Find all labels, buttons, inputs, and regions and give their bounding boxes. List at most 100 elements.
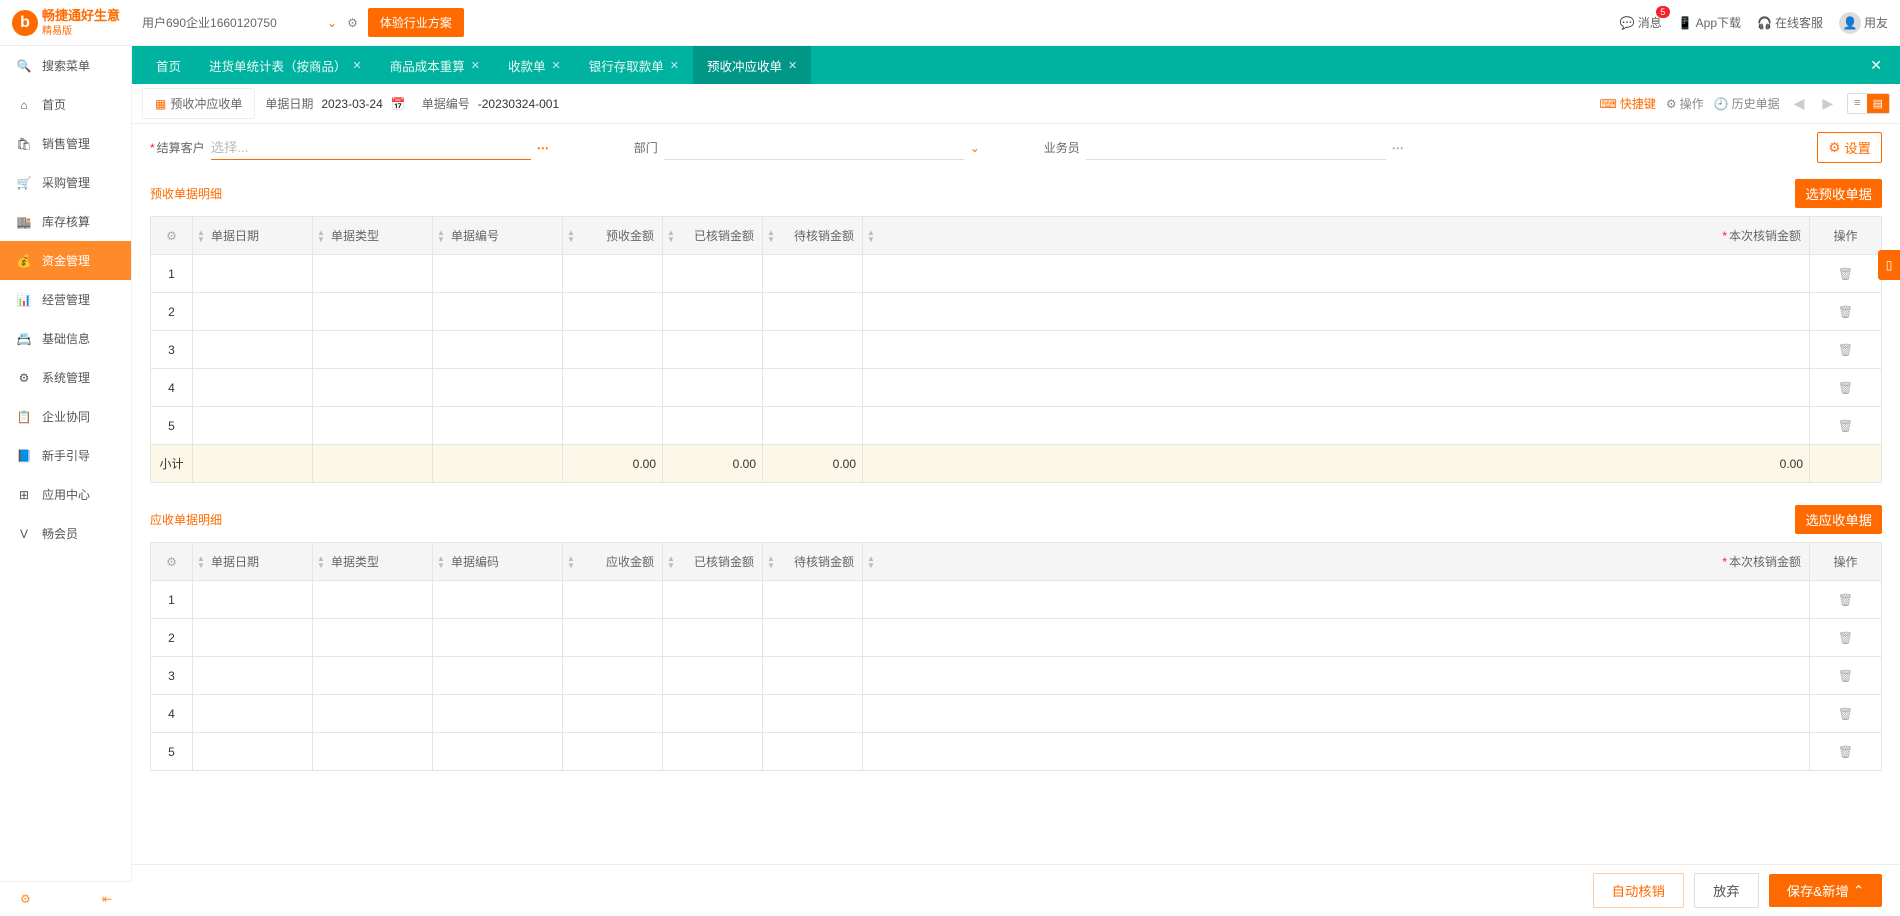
tab[interactable]: 银行存取款单✕ [575,46,693,84]
trial-button[interactable]: 体验行业方案 [368,8,464,37]
cell[interactable] [193,331,313,369]
user-menu[interactable]: 👤 用友 [1839,12,1888,34]
cell[interactable] [313,695,433,733]
cell[interactable] [433,369,563,407]
cell[interactable] [433,657,563,695]
th-ver[interactable]: ▲▼已核销金额 [663,543,763,581]
table-row[interactable]: 1🗑 [151,255,1882,293]
cell[interactable] [433,255,563,293]
cell[interactable] [313,407,433,445]
select-receivable-button[interactable]: 选应收单据 [1795,505,1882,534]
th-pend[interactable]: ▲▼待核销金额 [763,217,863,255]
cell[interactable] [433,331,563,369]
cell[interactable] [193,733,313,771]
sidebar-item[interactable]: 📘新手引导 [0,436,131,475]
table-row[interactable]: 2🗑 [151,619,1882,657]
cell[interactable] [663,369,763,407]
auto-writeoff-button[interactable]: 自动核销 [1593,873,1684,908]
th-code[interactable]: ▲▼单据编码 [433,543,563,581]
floating-panel-toggle[interactable]: ▯ [1878,250,1900,280]
operate-link[interactable]: ⚙操作 [1666,95,1704,112]
sidebar-item[interactable]: 🏬库存核算 [0,202,131,241]
tab[interactable]: 首页 [142,46,195,84]
cell[interactable] [313,619,433,657]
sidebar-item[interactable]: 🛍销售管理 [0,124,131,163]
sidebar-item[interactable]: 🔍搜索菜单 [0,46,131,85]
cell[interactable] [313,331,433,369]
th-date[interactable]: ▲▼单据日期 [193,217,313,255]
document-tab[interactable]: ▦ 预收冲应收单 [142,88,255,119]
view-detail-button[interactable]: ▤ [1867,94,1889,113]
cell[interactable] [863,407,1810,445]
calendar-icon[interactable]: 📅 [391,97,406,111]
cell[interactable] [863,695,1810,733]
sidebar-item[interactable]: ⌂首页 [0,85,131,124]
app-download-link[interactable]: 📱 App下载 [1678,14,1741,31]
cell[interactable] [663,619,763,657]
trash-icon[interactable]: 🗑 [1838,267,1853,281]
cell[interactable] [193,255,313,293]
close-icon[interactable]: ✕ [471,59,480,72]
th-code[interactable]: ▲▼单据编号 [433,217,563,255]
cell[interactable] [863,331,1810,369]
th-type[interactable]: ▲▼单据类型 [313,543,433,581]
cell[interactable] [663,657,763,695]
history-link[interactable]: 🕘历史单据 [1714,95,1780,112]
tab[interactable]: 商品成本重算✕ [376,46,494,84]
th-gear[interactable]: ⚙ [151,543,193,581]
cell[interactable] [563,733,663,771]
cell[interactable] [663,407,763,445]
cell[interactable] [763,255,863,293]
customer-input[interactable] [211,136,531,160]
dept-input[interactable] [664,136,964,160]
cell[interactable] [563,657,663,695]
cell[interactable] [663,695,763,733]
view-list-button[interactable]: ≡ [1848,94,1866,113]
cell[interactable] [313,733,433,771]
cell[interactable] [763,733,863,771]
cell[interactable] [563,407,663,445]
customer-lookup-icon[interactable]: ⋯ [537,141,550,155]
cell[interactable] [663,293,763,331]
table-row[interactable]: 1🗑 [151,581,1882,619]
table-row[interactable]: 4🗑 [151,369,1882,407]
close-icon[interactable]: ✕ [353,59,362,72]
trash-icon[interactable]: 🗑 [1838,419,1853,433]
cell[interactable] [863,255,1810,293]
cell[interactable] [563,619,663,657]
table-row[interactable]: 2🗑 [151,293,1882,331]
trash-icon[interactable]: 🗑 [1838,593,1853,607]
cell[interactable] [433,407,563,445]
cell[interactable] [563,369,663,407]
cell[interactable] [663,331,763,369]
close-icon[interactable]: ✕ [670,59,679,72]
cell[interactable] [563,255,663,293]
cell[interactable] [193,369,313,407]
cell[interactable] [193,407,313,445]
th-ver[interactable]: ▲▼已核销金额 [663,217,763,255]
cell[interactable] [663,255,763,293]
cell[interactable] [193,619,313,657]
th-amt[interactable]: ▲▼应收金额 [563,543,663,581]
sidebar-item[interactable]: 📋企业协同 [0,397,131,436]
sidebar-item[interactable]: V畅会员 [0,514,131,553]
account-settings-icon[interactable]: ⚙ [347,16,358,30]
close-icon[interactable]: ✕ [788,59,797,72]
cell[interactable] [313,293,433,331]
sidebar-item[interactable]: 📊经营管理 [0,280,131,319]
cell[interactable] [763,331,863,369]
collapse-icon[interactable]: ⇤ [102,892,112,906]
table-row[interactable]: 5🗑 [151,733,1882,771]
sidebar-item[interactable]: 📇基础信息 [0,319,131,358]
prev-doc-button[interactable]: ◀ [1790,95,1809,112]
settings-icon[interactable]: ⚙ [20,892,31,906]
next-doc-button[interactable]: ▶ [1818,95,1837,112]
trash-icon[interactable]: 🗑 [1838,381,1853,395]
cell[interactable] [863,657,1810,695]
cell[interactable] [663,581,763,619]
cell[interactable] [193,581,313,619]
cell[interactable] [313,657,433,695]
table-row[interactable]: 3🗑 [151,331,1882,369]
sidebar-item[interactable]: ⚙系统管理 [0,358,131,397]
th-this[interactable]: ▲▼*本次核销金额 [863,217,1810,255]
